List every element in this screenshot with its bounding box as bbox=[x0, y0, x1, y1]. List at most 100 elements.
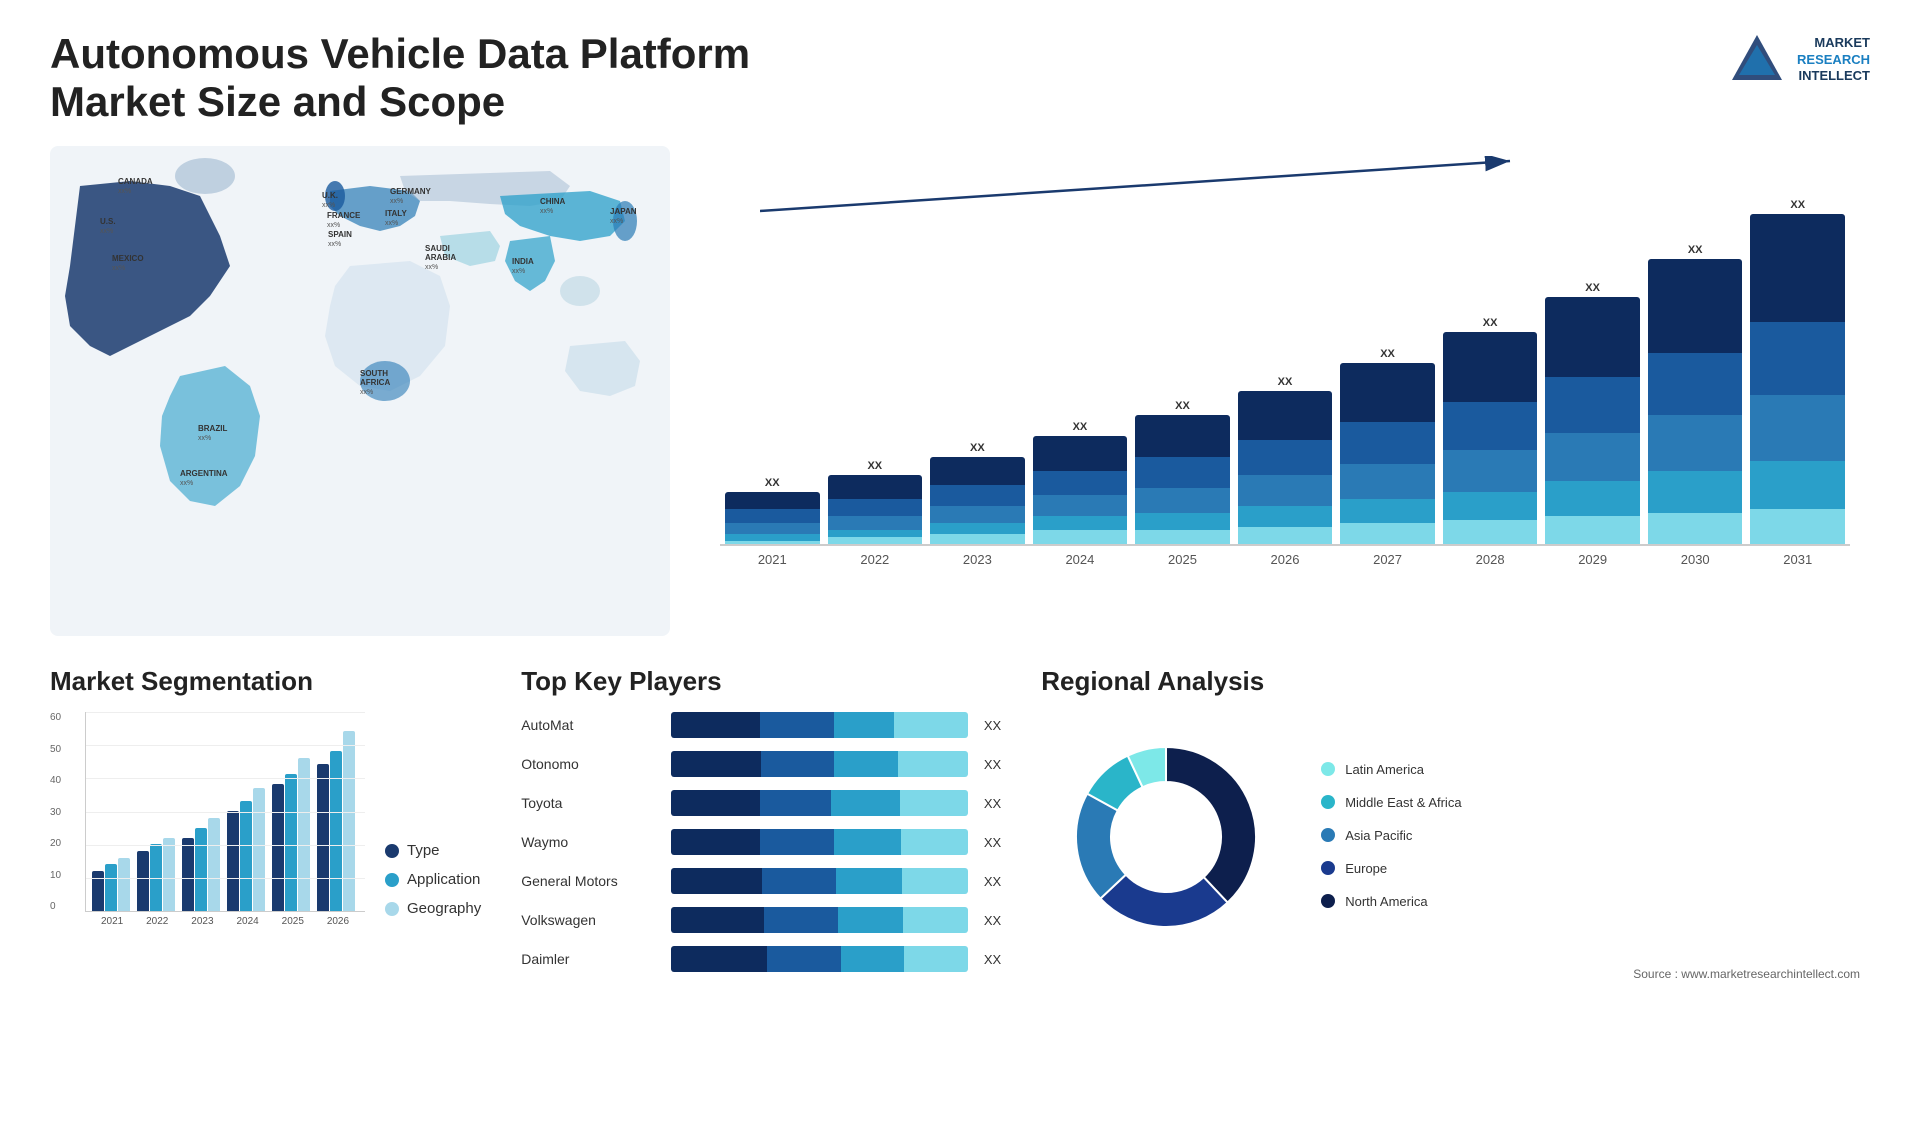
trend-bar-segment-0 bbox=[1648, 259, 1743, 353]
svg-text:JAPAN: JAPAN bbox=[610, 207, 637, 216]
trend-bar-segment-0 bbox=[1135, 415, 1230, 457]
logo-text: MARKET RESEARCH INTELLECT bbox=[1797, 35, 1870, 86]
trend-bar-stack bbox=[1340, 363, 1435, 544]
regional-legend: Latin AmericaMiddle East & AfricaAsia Pa… bbox=[1321, 762, 1461, 913]
player-bar-segment-2 bbox=[834, 712, 893, 738]
regional-title: Regional Analysis bbox=[1041, 666, 1860, 697]
trend-bar-stack bbox=[1750, 214, 1845, 544]
trend-bar-stack bbox=[930, 457, 1025, 544]
player-row: WaymoXX bbox=[521, 829, 1001, 855]
player-row: AutoMatXX bbox=[521, 712, 1001, 738]
svg-text:xx%: xx% bbox=[180, 480, 193, 487]
svg-text:xx%: xx% bbox=[360, 389, 373, 396]
regional-legend-item: North America bbox=[1321, 894, 1461, 909]
logo-area: MARKET RESEARCH INTELLECT bbox=[1727, 30, 1870, 90]
trend-bar-segment-0 bbox=[1238, 391, 1333, 440]
trend-bar-segment-1 bbox=[1135, 457, 1230, 488]
trend-bar-group: XX bbox=[1238, 376, 1333, 544]
player-bar-container bbox=[671, 868, 968, 894]
svg-text:SAUDI: SAUDI bbox=[425, 244, 450, 253]
svg-text:SPAIN: SPAIN bbox=[328, 230, 352, 239]
trend-bar-segment-0 bbox=[1033, 436, 1128, 471]
player-bar-segment-1 bbox=[767, 946, 841, 972]
trend-bar-group: XX bbox=[1340, 348, 1435, 544]
trend-bar-value: XX bbox=[1380, 348, 1395, 360]
trend-bar-segment-2 bbox=[1238, 475, 1333, 506]
trend-bar-segment-4 bbox=[1135, 530, 1230, 544]
seg-bar-geography bbox=[343, 731, 355, 911]
map-container: CANADA xx% U.S. xx% MEXICO xx% BRAZIL xx… bbox=[50, 146, 670, 636]
trend-bar-segment-1 bbox=[1648, 353, 1743, 416]
trend-bar-stack bbox=[1443, 332, 1538, 544]
trend-bar-value: XX bbox=[1073, 421, 1088, 433]
svg-text:xx%: xx% bbox=[328, 241, 341, 248]
trend-bar-segment-3 bbox=[1135, 513, 1230, 530]
trend-bar-segment-1 bbox=[1443, 402, 1538, 451]
seg-bar-application bbox=[105, 864, 117, 911]
seg-x-label: 2022 bbox=[136, 916, 178, 927]
regional-legend-label: North America bbox=[1345, 894, 1427, 909]
player-bar-segment-3 bbox=[901, 829, 968, 855]
regional-legend-item: Europe bbox=[1321, 861, 1461, 876]
seg-x-label: 2026 bbox=[317, 916, 359, 927]
svg-text:ARGENTINA: ARGENTINA bbox=[180, 469, 228, 478]
trend-bar-segment-3 bbox=[1033, 516, 1128, 530]
player-bar-segment-3 bbox=[902, 868, 968, 894]
trend-bar-segment-3 bbox=[725, 534, 820, 541]
player-bar-segment-3 bbox=[903, 907, 968, 933]
player-bar-container bbox=[671, 790, 968, 816]
player-value: XX bbox=[984, 835, 1001, 850]
trend-bar-segment-2 bbox=[1443, 450, 1538, 492]
trend-bar-stack bbox=[1135, 415, 1230, 544]
geography-dot bbox=[385, 902, 399, 916]
regional-legend-label: Latin America bbox=[1345, 762, 1424, 777]
player-bar-segment-2 bbox=[834, 829, 901, 855]
player-name: General Motors bbox=[521, 873, 661, 889]
trend-x-label: 2031 bbox=[1750, 552, 1845, 567]
trend-bar-segment-0 bbox=[930, 457, 1025, 485]
player-value: XX bbox=[984, 913, 1001, 928]
player-bar-segment-0 bbox=[671, 907, 764, 933]
trend-bar-segment-1 bbox=[1340, 422, 1435, 464]
svg-text:xx%: xx% bbox=[385, 220, 398, 227]
trend-bar-segment-4 bbox=[828, 537, 923, 544]
seg-bar-geography bbox=[118, 858, 130, 911]
player-row: General MotorsXX bbox=[521, 868, 1001, 894]
trend-x-label: 2025 bbox=[1135, 552, 1230, 567]
player-row: DaimlerXX bbox=[521, 946, 1001, 972]
trend-bar-segment-4 bbox=[1443, 520, 1538, 544]
svg-text:xx%: xx% bbox=[118, 188, 131, 195]
player-name: Toyota bbox=[521, 795, 661, 811]
trend-bar-group: XX bbox=[725, 477, 820, 544]
svg-text:xx%: xx% bbox=[425, 264, 438, 271]
trend-bar-stack bbox=[828, 475, 923, 544]
trend-bar-stack bbox=[725, 492, 820, 544]
trend-bar-group: XX bbox=[828, 460, 923, 544]
player-value: XX bbox=[984, 718, 1001, 733]
segmentation-title: Market Segmentation bbox=[50, 666, 481, 697]
trend-bar-segment-3 bbox=[828, 530, 923, 537]
trend-bar-segment-1 bbox=[1238, 440, 1333, 475]
seg-bar-type bbox=[227, 811, 239, 911]
svg-text:xx%: xx% bbox=[512, 268, 525, 275]
seg-x-label: 2025 bbox=[272, 916, 314, 927]
trend-bar-segment-2 bbox=[1648, 415, 1743, 471]
trend-x-label: 2027 bbox=[1340, 552, 1435, 567]
player-bar-segment-1 bbox=[764, 907, 838, 933]
trend-x-axis: 2021202220232024202520262027202820292030… bbox=[720, 546, 1850, 567]
trend-bar-group: XX bbox=[1033, 421, 1128, 544]
player-bar-segment-3 bbox=[898, 751, 968, 777]
player-value: XX bbox=[984, 952, 1001, 967]
seg-bar-group bbox=[137, 838, 179, 911]
svg-text:AFRICA: AFRICA bbox=[360, 378, 390, 387]
seg-bar-group bbox=[182, 818, 224, 911]
trend-bar-value: XX bbox=[765, 477, 780, 489]
player-bar-segment-1 bbox=[760, 790, 832, 816]
player-bar-segment-0 bbox=[671, 946, 766, 972]
trend-bar-value: XX bbox=[970, 442, 985, 454]
svg-text:CANADA: CANADA bbox=[118, 177, 153, 186]
svg-text:xx%: xx% bbox=[198, 435, 211, 442]
seg-bar-geography bbox=[208, 818, 220, 911]
svg-text:SOUTH: SOUTH bbox=[360, 369, 388, 378]
trend-bar-value: XX bbox=[1278, 376, 1293, 388]
